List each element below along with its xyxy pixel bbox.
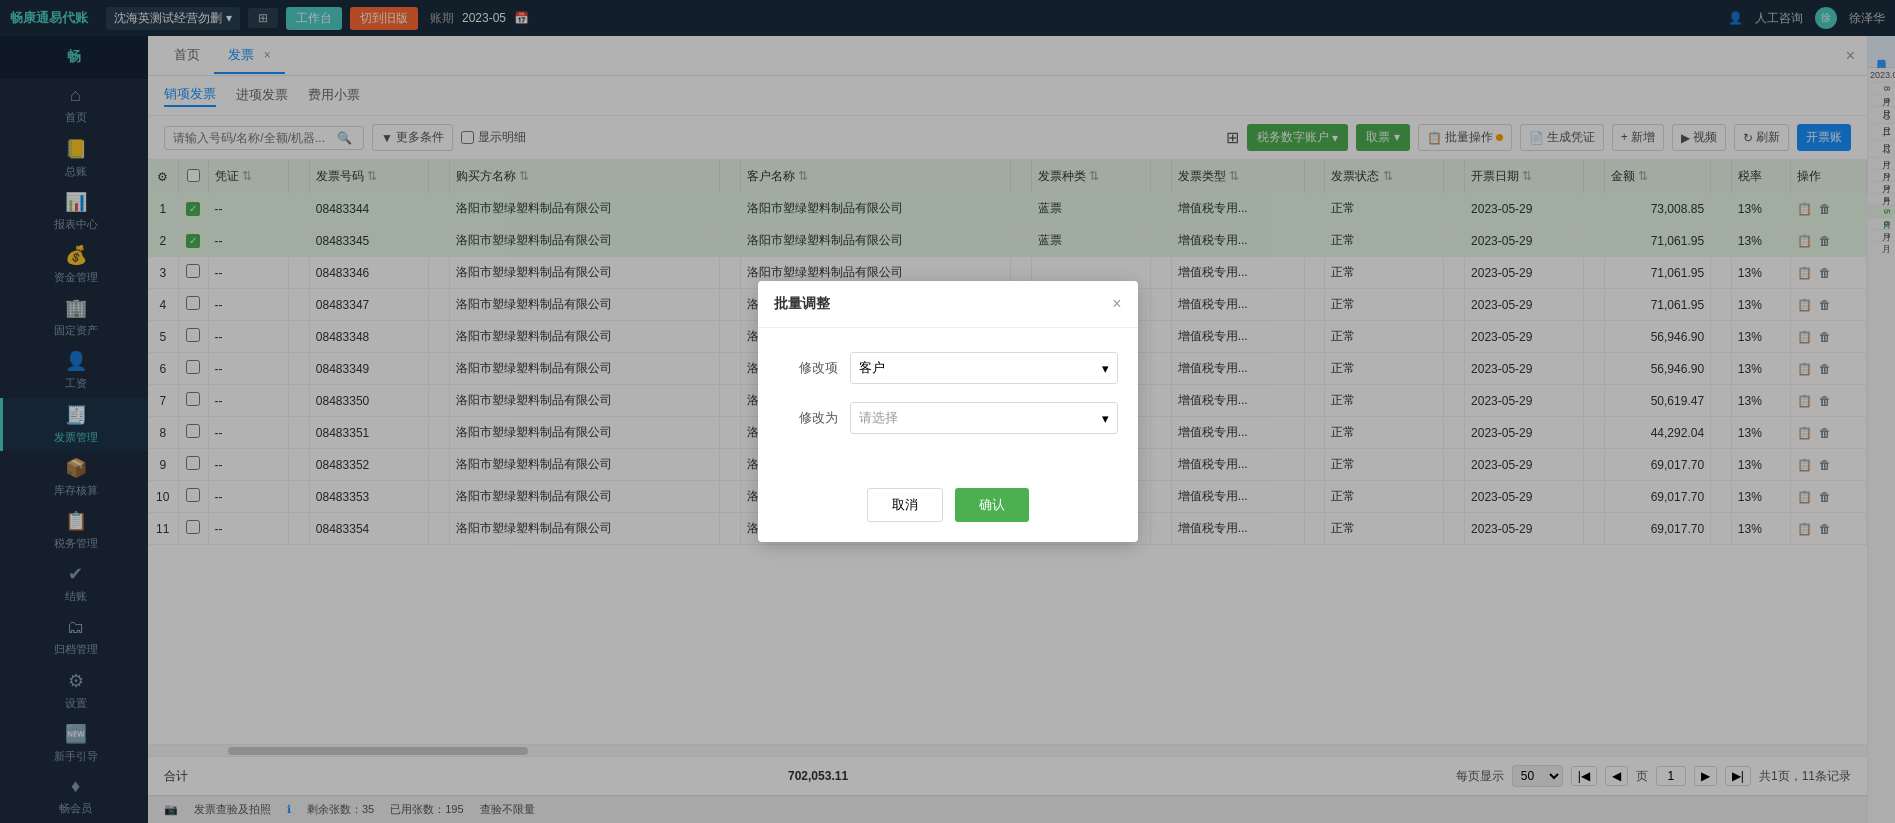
field2-label: 修改为 bbox=[778, 409, 838, 427]
modal-close-btn[interactable]: × bbox=[1112, 295, 1121, 313]
field1-select[interactable]: 客户 ▾ bbox=[850, 352, 1118, 384]
form-row-field2: 修改为 请选择 ▾ bbox=[778, 402, 1118, 434]
modal-footer: 取消 确认 bbox=[758, 476, 1138, 542]
modal-body: 修改项 客户 ▾ 修改为 请选择 ▾ bbox=[758, 328, 1138, 476]
cancel-btn[interactable]: 取消 bbox=[867, 488, 943, 522]
field1-value: 客户 bbox=[859, 359, 885, 377]
field2-dropdown-icon: ▾ bbox=[1102, 411, 1109, 426]
field1-dropdown-icon: ▾ bbox=[1102, 361, 1109, 376]
modal-title: 批量调整 bbox=[774, 295, 830, 313]
field2-select[interactable]: 请选择 ▾ bbox=[850, 402, 1118, 434]
form-row-field1: 修改项 客户 ▾ bbox=[778, 352, 1118, 384]
field2-placeholder: 请选择 bbox=[859, 409, 898, 427]
confirm-btn[interactable]: 确认 bbox=[955, 488, 1029, 522]
modal-header: 批量调整 × bbox=[758, 281, 1138, 328]
batch-adjust-modal: 批量调整 × 修改项 客户 ▾ 修改为 请选择 ▾ 取消 确认 bbox=[758, 281, 1138, 542]
modal-overlay[interactable]: 批量调整 × 修改项 客户 ▾ 修改为 请选择 ▾ 取消 确认 bbox=[0, 0, 1895, 823]
field1-label: 修改项 bbox=[778, 359, 838, 377]
